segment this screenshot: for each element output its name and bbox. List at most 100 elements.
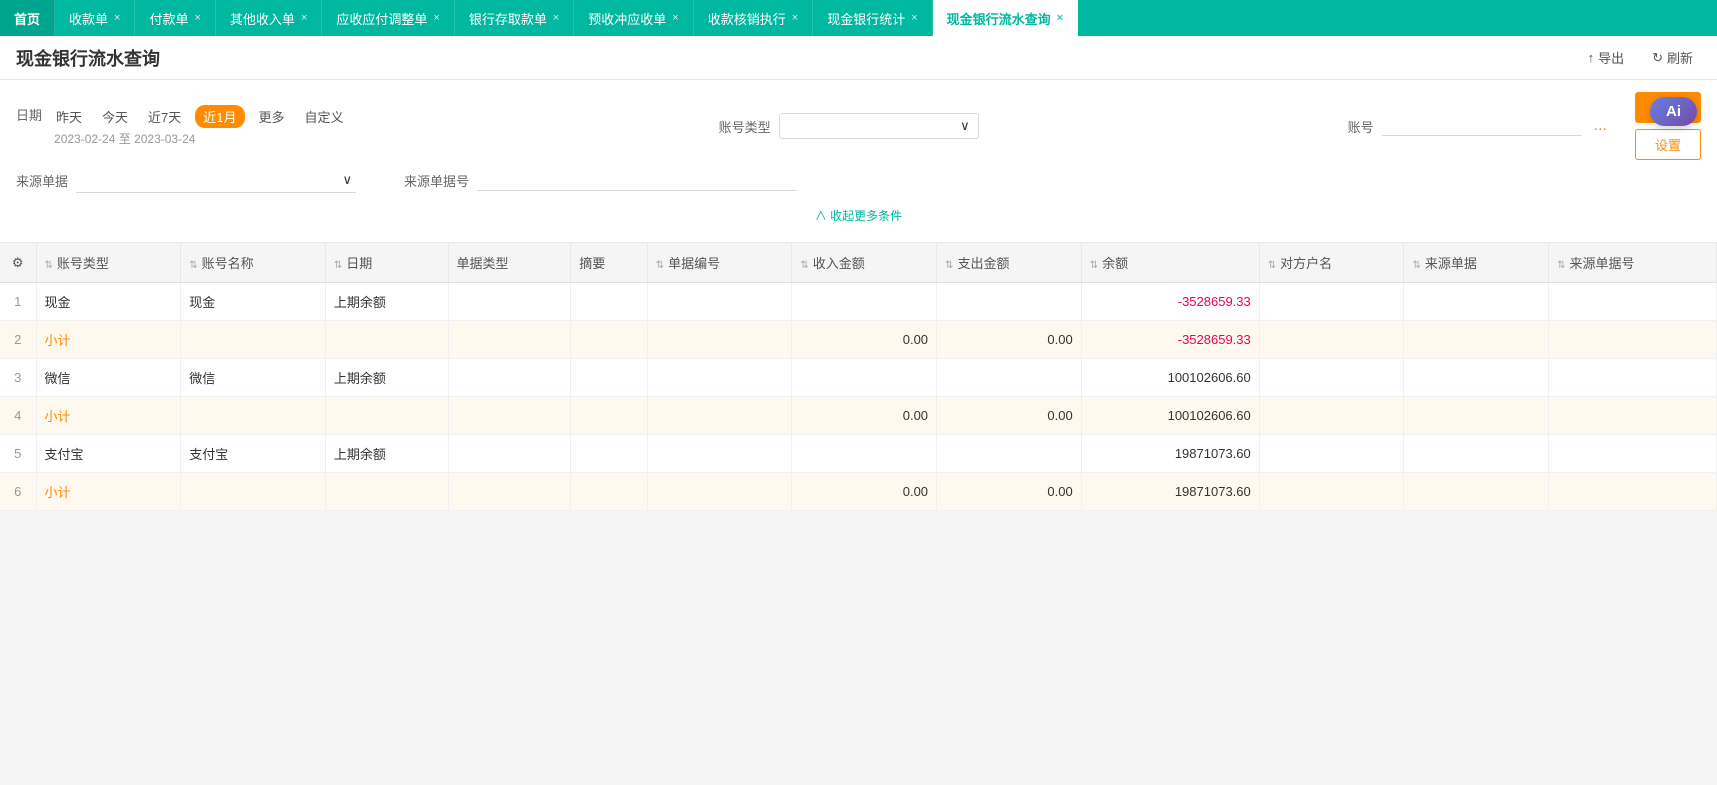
row-summary-2 bbox=[571, 359, 647, 397]
close-icon-4[interactable]: × bbox=[553, 12, 559, 24]
row-counterparty-0 bbox=[1259, 283, 1404, 321]
col-income[interactable]: ⇅收入金额 bbox=[792, 243, 937, 283]
row-account-type-0: 现金 bbox=[36, 283, 181, 321]
account-type-label: 账号类型 bbox=[719, 117, 771, 136]
close-icon-2[interactable]: × bbox=[301, 12, 307, 24]
date-7days[interactable]: 近7天 bbox=[142, 105, 187, 128]
nav-tab-7[interactable]: 现金银行统计 × bbox=[813, 0, 932, 36]
close-icon-7[interactable]: × bbox=[911, 12, 917, 24]
col-balance[interactable]: ⇅余额 bbox=[1081, 243, 1259, 283]
row-doc-no-4 bbox=[647, 435, 792, 473]
date-yesterday[interactable]: 昨天 bbox=[50, 105, 88, 128]
col-settings[interactable]: ⚙ bbox=[0, 243, 36, 283]
source-doc-label: 来源单据 bbox=[16, 171, 68, 190]
col-expense[interactable]: ⇅支出金额 bbox=[937, 243, 1082, 283]
date-more[interactable]: 更多 bbox=[253, 105, 291, 128]
source-doc-no-label: 来源单据号 bbox=[404, 171, 469, 190]
row-account-name-5 bbox=[181, 473, 326, 511]
nav-tab-8[interactable]: 现金银行流水查询 × bbox=[933, 0, 1078, 36]
row-income-2 bbox=[792, 359, 937, 397]
ai-button[interactable]: Ai bbox=[1650, 97, 1697, 126]
nav-tab-4[interactable]: 银行存取款单 × bbox=[455, 0, 574, 36]
col-doc-type[interactable]: 单据类型 bbox=[448, 243, 571, 283]
close-icon-6[interactable]: × bbox=[792, 12, 798, 24]
date-custom[interactable]: 自定义 bbox=[299, 105, 350, 128]
export-button[interactable]: ↑ 导出 bbox=[1580, 44, 1633, 71]
row-account-type-1: 小计 bbox=[36, 321, 181, 359]
col-counterparty[interactable]: ⇅对方户名 bbox=[1259, 243, 1404, 283]
source-doc-select[interactable]: ∨ bbox=[76, 168, 356, 193]
close-icon-0[interactable]: × bbox=[114, 12, 120, 24]
row-summary-0 bbox=[571, 283, 647, 321]
account-input[interactable] bbox=[1382, 116, 1582, 136]
source-doc-no-filter: 来源单据号 bbox=[404, 171, 797, 191]
nav-home[interactable]: 首页 bbox=[0, 0, 55, 36]
data-table-container: ⚙ ⇅账号类型 ⇅账号名称 ⇅日期 单据类型 摘要 ⇅单据编号 ⇅收入金额 ⇅支… bbox=[0, 243, 1717, 511]
row-doc-type-4 bbox=[448, 435, 571, 473]
row-balance-5: 19871073.60 bbox=[1081, 473, 1259, 511]
row-num-4: 5 bbox=[0, 435, 36, 473]
row-date-5 bbox=[325, 473, 448, 511]
col-source-doc-no[interactable]: ⇅来源单据号 bbox=[1549, 243, 1717, 283]
account-dots-button[interactable]: ... bbox=[1590, 117, 1611, 135]
col-account-name[interactable]: ⇅账号名称 bbox=[181, 243, 326, 283]
col-summary[interactable]: 摘要 bbox=[571, 243, 647, 283]
row-date-1 bbox=[325, 321, 448, 359]
row-counterparty-2 bbox=[1259, 359, 1404, 397]
row-doc-type-1 bbox=[448, 321, 571, 359]
row-account-type-4: 支付宝 bbox=[36, 435, 181, 473]
export-icon: ↑ bbox=[1588, 50, 1595, 65]
row-counterparty-4 bbox=[1259, 435, 1404, 473]
row-balance-2: 100102606.60 bbox=[1081, 359, 1259, 397]
close-icon-3[interactable]: × bbox=[433, 12, 439, 24]
row-doc-type-0 bbox=[448, 283, 571, 321]
row-source-doc-no-1 bbox=[1549, 321, 1717, 359]
row-expense-5: 0.00 bbox=[937, 473, 1082, 511]
row-source-doc-no-0 bbox=[1549, 283, 1717, 321]
table-row: 1 现金 现金 上期余额 -3528659.33 bbox=[0, 283, 1717, 321]
row-source-doc-5 bbox=[1404, 473, 1549, 511]
row-balance-1: -3528659.33 bbox=[1081, 321, 1259, 359]
row-summary-3 bbox=[571, 397, 647, 435]
nav-tab-0[interactable]: 收款单 × bbox=[55, 0, 135, 36]
row-num-0: 1 bbox=[0, 283, 36, 321]
source-doc-no-input[interactable] bbox=[477, 171, 797, 191]
collapse-bar[interactable]: ∧ 收起更多条件 bbox=[16, 201, 1701, 230]
row-source-doc-no-2 bbox=[1549, 359, 1717, 397]
nav-tab-1[interactable]: 付款单 × bbox=[135, 0, 215, 36]
row-expense-2 bbox=[937, 359, 1082, 397]
nav-tab-3[interactable]: 应收应付调整单 × bbox=[322, 0, 454, 36]
refresh-button[interactable]: ↻ 刷新 bbox=[1644, 44, 1701, 71]
table-row: 2 小计 0.00 0.00 -3528659.33 bbox=[0, 321, 1717, 359]
close-icon-5[interactable]: × bbox=[672, 12, 678, 24]
col-source-doc[interactable]: ⇅来源单据 bbox=[1404, 243, 1549, 283]
account-type-select[interactable]: ∨ bbox=[779, 113, 979, 139]
nav-tab-6[interactable]: 收款核销执行 × bbox=[694, 0, 813, 36]
row-summary-1 bbox=[571, 321, 647, 359]
col-doc-no[interactable]: ⇅单据编号 bbox=[647, 243, 792, 283]
date-1month[interactable]: 近1月 bbox=[195, 105, 244, 128]
row-expense-4 bbox=[937, 435, 1082, 473]
date-filter: 日期 昨天 今天 近7天 近1月 更多 自定义 2023-02-24 至 202… bbox=[16, 105, 350, 147]
row-account-type-5: 小计 bbox=[36, 473, 181, 511]
row-account-name-2: 微信 bbox=[181, 359, 326, 397]
row-doc-no-1 bbox=[647, 321, 792, 359]
top-nav: 首页 收款单 × 付款单 × 其他收入单 × 应收应付调整单 × 银行存取款单 … bbox=[0, 0, 1717, 36]
close-icon-8[interactable]: × bbox=[1057, 12, 1063, 24]
row-account-name-4: 支付宝 bbox=[181, 435, 326, 473]
table-row: 6 小计 0.00 0.00 19871073.60 bbox=[0, 473, 1717, 511]
row-source-doc-no-3 bbox=[1549, 397, 1717, 435]
nav-tab-5[interactable]: 预收冲应收单 × bbox=[574, 0, 693, 36]
date-today[interactable]: 今天 bbox=[96, 105, 134, 128]
row-date-3 bbox=[325, 397, 448, 435]
row-num-2: 3 bbox=[0, 359, 36, 397]
row-account-type-2: 微信 bbox=[36, 359, 181, 397]
col-date[interactable]: ⇅日期 bbox=[325, 243, 448, 283]
settings-button[interactable]: 设置 bbox=[1635, 129, 1701, 160]
nav-tab-2[interactable]: 其他收入单 × bbox=[216, 0, 322, 36]
col-account-type[interactable]: ⇅账号类型 bbox=[36, 243, 181, 283]
row-date-4: 上期余额 bbox=[325, 435, 448, 473]
collapse-label: ∧ 收起更多条件 bbox=[815, 209, 902, 223]
close-icon-1[interactable]: × bbox=[194, 12, 200, 24]
source-doc-filter: 来源单据 ∨ bbox=[16, 168, 356, 193]
